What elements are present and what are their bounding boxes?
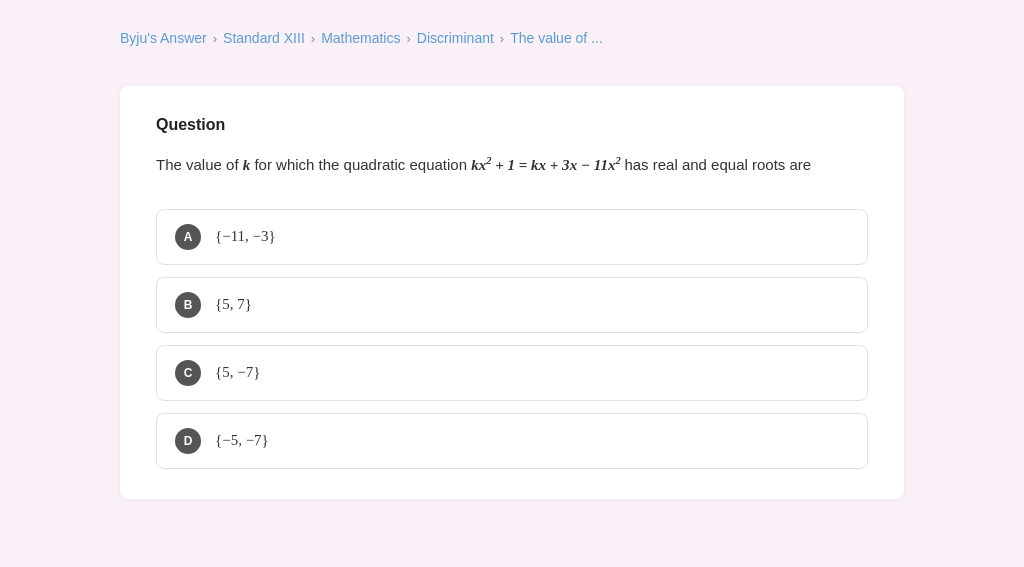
option-c[interactable]: C {5, −7}	[156, 345, 868, 401]
option-a-badge: A	[175, 224, 201, 250]
breadcrumb-sep-1: ›	[213, 31, 217, 46]
option-b-text: {5, 7}	[215, 296, 252, 313]
equation: kx2 + 1 = kx + 3x − 11x2	[471, 157, 624, 173]
breadcrumb-standard-xiii[interactable]: Standard XIII	[223, 30, 305, 46]
variable-k: k	[243, 157, 251, 173]
option-a[interactable]: A {−11, −3}	[156, 209, 868, 265]
breadcrumb-sep-3: ›	[406, 31, 410, 46]
option-a-text: {−11, −3}	[215, 228, 276, 245]
option-c-badge: C	[175, 360, 201, 386]
breadcrumb-mathematics[interactable]: Mathematics	[321, 30, 400, 46]
option-b[interactable]: B {5, 7}	[156, 277, 868, 333]
breadcrumb: Byju's Answer › Standard XIII › Mathemat…	[120, 30, 904, 46]
options-list: A {−11, −3} B {5, 7} C {5, −7} D {−5, −7…	[156, 209, 868, 469]
breadcrumb-sep-2: ›	[311, 31, 315, 46]
question-label: Question	[156, 116, 868, 134]
breadcrumb-current: The value of ...	[510, 30, 603, 46]
option-d[interactable]: D {−5, −7}	[156, 413, 868, 469]
page-container: Byju's Answer › Standard XIII › Mathemat…	[0, 0, 1024, 567]
option-b-badge: B	[175, 292, 201, 318]
option-d-badge: D	[175, 428, 201, 454]
option-d-text: {−5, −7}	[215, 432, 269, 449]
breadcrumb-sep-4: ›	[500, 31, 504, 46]
breadcrumb-byjus-answer[interactable]: Byju's Answer	[120, 30, 207, 46]
option-c-text: {5, −7}	[215, 364, 260, 381]
content-card: Question The value of k for which the qu…	[120, 86, 904, 499]
question-text: The value of k for which the quadratic e…	[156, 152, 868, 179]
breadcrumb-discriminant[interactable]: Discriminant	[417, 30, 494, 46]
